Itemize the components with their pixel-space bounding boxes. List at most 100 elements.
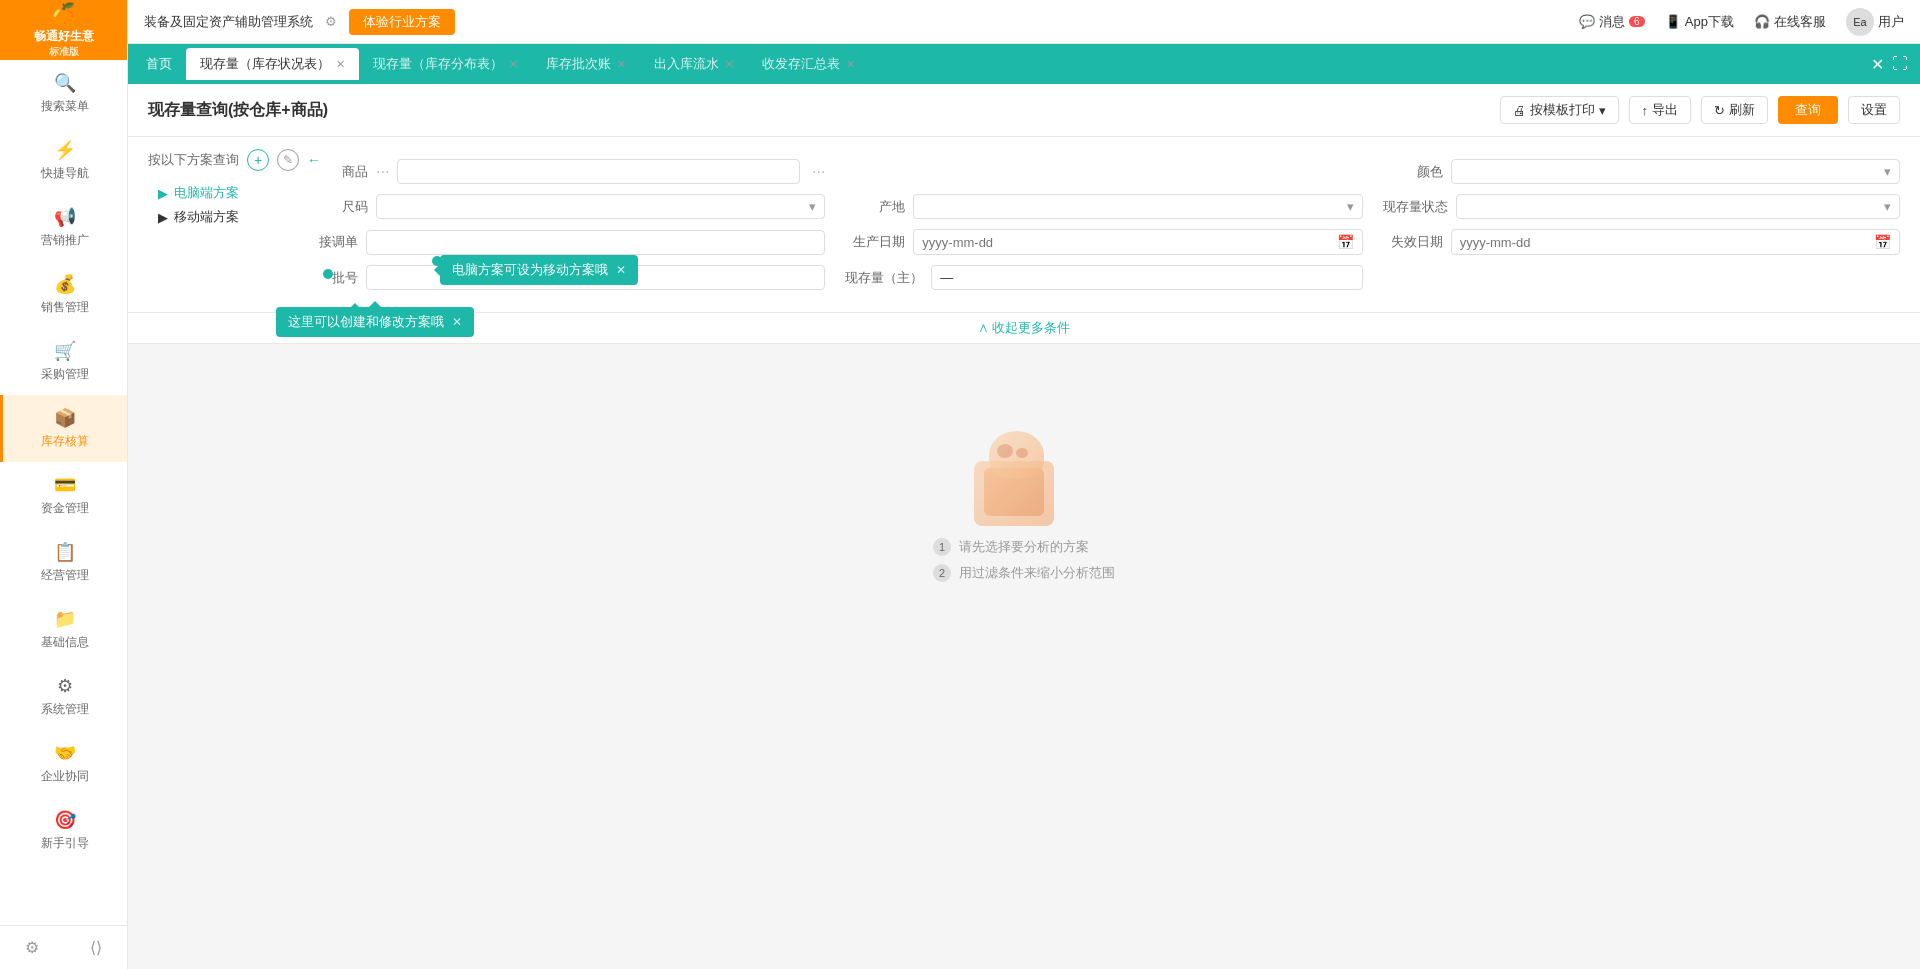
- filter-label-transfer: 接调单: [308, 233, 358, 251]
- sidebar-item-system[interactable]: ⚙ 系统管理: [0, 663, 127, 730]
- main-content: 现存量查询(按仓库+商品) 🖨 按模板打印 ▾ ↑ 导出 ↻ 刷新 查询 设置 …: [128, 84, 1920, 969]
- tab-home-label: 首页: [146, 55, 172, 73]
- basic-icon: 📁: [54, 608, 76, 630]
- app-download-btn[interactable]: 📱 App下载: [1665, 13, 1734, 31]
- filter-label-status: 现存量状态: [1383, 198, 1448, 216]
- query-btn[interactable]: 查询: [1778, 96, 1838, 124]
- filter-label-color: 颜色: [1383, 163, 1443, 181]
- tab-summary[interactable]: 收发存汇总表 ✕: [748, 48, 869, 80]
- tab-batch[interactable]: 库存批次账 ✕: [532, 48, 640, 80]
- filter-select-color[interactable]: ▾: [1451, 159, 1900, 184]
- scheme-arrow-desktop: ▶: [158, 186, 168, 201]
- filter-more-goods[interactable]: ···: [812, 163, 825, 181]
- calendar-icon-expire[interactable]: 📅: [1874, 234, 1891, 250]
- print-icon: 🖨: [1513, 103, 1526, 118]
- transfer-input[interactable]: [375, 235, 816, 250]
- filter-row-goods: 商品 ··· ···: [308, 159, 825, 184]
- scheme-label-mobile: 移动端方案: [174, 208, 239, 226]
- dot-indicator-edit: [323, 269, 333, 279]
- produce-date-input[interactable]: [922, 235, 1336, 250]
- filter-label-size: 尺码: [308, 198, 368, 216]
- tab-inventory-dist-label: 现存量（库存分布表）: [373, 55, 503, 73]
- finance-icon: 💳: [54, 474, 76, 496]
- sidebar-item-purchase[interactable]: 🛒 采购管理: [0, 328, 127, 395]
- sidebar-item-basic[interactable]: 📁 基础信息: [0, 596, 127, 663]
- tooltip-scheme-close[interactable]: ✕: [616, 263, 626, 277]
- filter-select-status[interactable]: ▾: [1456, 194, 1900, 219]
- sidebar-item-search[interactable]: 🔍 搜索菜单: [0, 60, 127, 127]
- print-chevron: ▾: [1599, 103, 1606, 118]
- tab-flow[interactable]: 出入库流水 ✕: [640, 48, 748, 80]
- avatar: Ea: [1846, 8, 1874, 36]
- filter-input-produce-date[interactable]: 📅: [913, 229, 1362, 255]
- maximize-btn[interactable]: ⛶: [1892, 55, 1908, 73]
- tab-close-3[interactable]: ✕: [617, 58, 626, 71]
- sidebar-item-marketing[interactable]: 📢 营销推广: [0, 194, 127, 261]
- step1-num: 1: [933, 538, 951, 556]
- tab-inventory-status[interactable]: 现存量（库存状况表） ✕: [186, 48, 359, 80]
- tab-batch-label: 库存批次账: [546, 55, 611, 73]
- settings-btn[interactable]: ⚙: [25, 938, 39, 957]
- settings-icon[interactable]: ⚙: [325, 14, 337, 29]
- sales-icon: 💰: [54, 273, 76, 295]
- calendar-icon-produce[interactable]: 📅: [1337, 234, 1354, 250]
- message-icon: 💬: [1579, 14, 1595, 29]
- filter-label-goods: 商品: [308, 163, 368, 181]
- tab-inventory-dist[interactable]: 现存量（库存分布表） ✕: [359, 48, 532, 80]
- system-name: 装备及固定资产辅助管理系统: [144, 13, 313, 31]
- sidebar-item-finance[interactable]: 💳 资金管理: [0, 462, 127, 529]
- filter-select-origin[interactable]: ▾: [913, 194, 1362, 219]
- refresh-btn[interactable]: ↻ 刷新: [1701, 96, 1768, 124]
- sidebar-item-operation[interactable]: 📋 经营管理: [0, 529, 127, 596]
- filter-row-color: 颜色 ▾: [1383, 159, 1900, 184]
- chevron-origin: ▾: [1347, 199, 1354, 214]
- collapse-icon: ∧: [978, 320, 989, 335]
- logo-text: 畅通好生意: [34, 28, 94, 45]
- tab-close-1[interactable]: ✕: [336, 58, 345, 71]
- sidebar-item-enterprise[interactable]: 🤝 企业协同: [0, 730, 127, 797]
- collapse-sidebar-btn[interactable]: ⟨⟩: [90, 938, 102, 957]
- marketing-icon: 📢: [54, 206, 76, 228]
- sidebar-item-guide[interactable]: 🎯 新手引导: [0, 797, 127, 864]
- settings-filter-btn[interactable]: 设置: [1848, 96, 1900, 124]
- empty-illustration: [964, 426, 1084, 526]
- sidebar-item-quick[interactable]: ⚡ 快捷导航: [0, 127, 127, 194]
- print-btn[interactable]: 🖨 按模板打印 ▾: [1500, 96, 1619, 124]
- export-label: 导出: [1652, 101, 1678, 119]
- tab-close-4[interactable]: ✕: [725, 58, 734, 71]
- sidebar-label-operation: 经营管理: [41, 567, 89, 584]
- tab-close-5[interactable]: ✕: [846, 58, 855, 71]
- filter-input-expire-date[interactable]: 📅: [1451, 229, 1900, 255]
- tooltip-edit-close[interactable]: ✕: [452, 315, 462, 329]
- tooltip-scheme: 电脑方案可设为移动方案哦 ✕: [440, 255, 638, 285]
- filter-dots-goods[interactable]: ···: [376, 163, 389, 181]
- filter-edit-btn[interactable]: ✎: [277, 149, 299, 171]
- close-all-btn[interactable]: ✕: [1871, 55, 1884, 74]
- tab-home[interactable]: 首页: [132, 48, 186, 80]
- sidebar-item-sales[interactable]: 💰 销售管理: [0, 261, 127, 328]
- tab-close-2[interactable]: ✕: [509, 58, 518, 71]
- sidebar-label-inventory: 库存核算: [41, 433, 89, 450]
- filter-input-goods[interactable]: [397, 159, 800, 184]
- filter-input-stock[interactable]: —: [931, 265, 1362, 290]
- expire-date-input[interactable]: [1460, 235, 1874, 250]
- user-menu[interactable]: Ea 用户: [1846, 8, 1904, 36]
- filter-area: 按以下方案查询 + ✎ ← ▶ 电脑端方案 ▶ 移动端方案 商品 ···: [128, 137, 1920, 313]
- message-btn[interactable]: 💬 消息 6: [1579, 13, 1645, 31]
- sidebar-label-guide: 新手引导: [41, 835, 89, 852]
- top-header: 装备及固定资产辅助管理系统 ⚙ 体验行业方案 💬 消息 6 📱 App下载 🎧 …: [128, 0, 1920, 44]
- refresh-icon: ↻: [1714, 103, 1725, 118]
- tabs-bar: 首页 现存量（库存状况表） ✕ 现存量（库存分布表） ✕ 库存批次账 ✕ 出入库…: [128, 44, 1920, 84]
- sidebar-label-quick: 快捷导航: [41, 165, 89, 182]
- export-btn[interactable]: ↑ 导出: [1629, 96, 1692, 124]
- goods-input[interactable]: [406, 164, 791, 179]
- filter-add-btn[interactable]: +: [247, 149, 269, 171]
- trial-btn[interactable]: 体验行业方案: [349, 9, 455, 35]
- enterprise-icon: 🤝: [54, 742, 76, 764]
- filter-input-transfer[interactable]: [366, 230, 825, 255]
- filter-select-size[interactable]: ▾: [376, 194, 825, 219]
- sidebar-item-inventory[interactable]: 📦 库存核算: [0, 395, 127, 462]
- service-btn[interactable]: 🎧 在线客服: [1754, 13, 1826, 31]
- filter-label-origin: 产地: [845, 198, 905, 216]
- filter-row-origin: 产地 ▾: [845, 194, 1362, 219]
